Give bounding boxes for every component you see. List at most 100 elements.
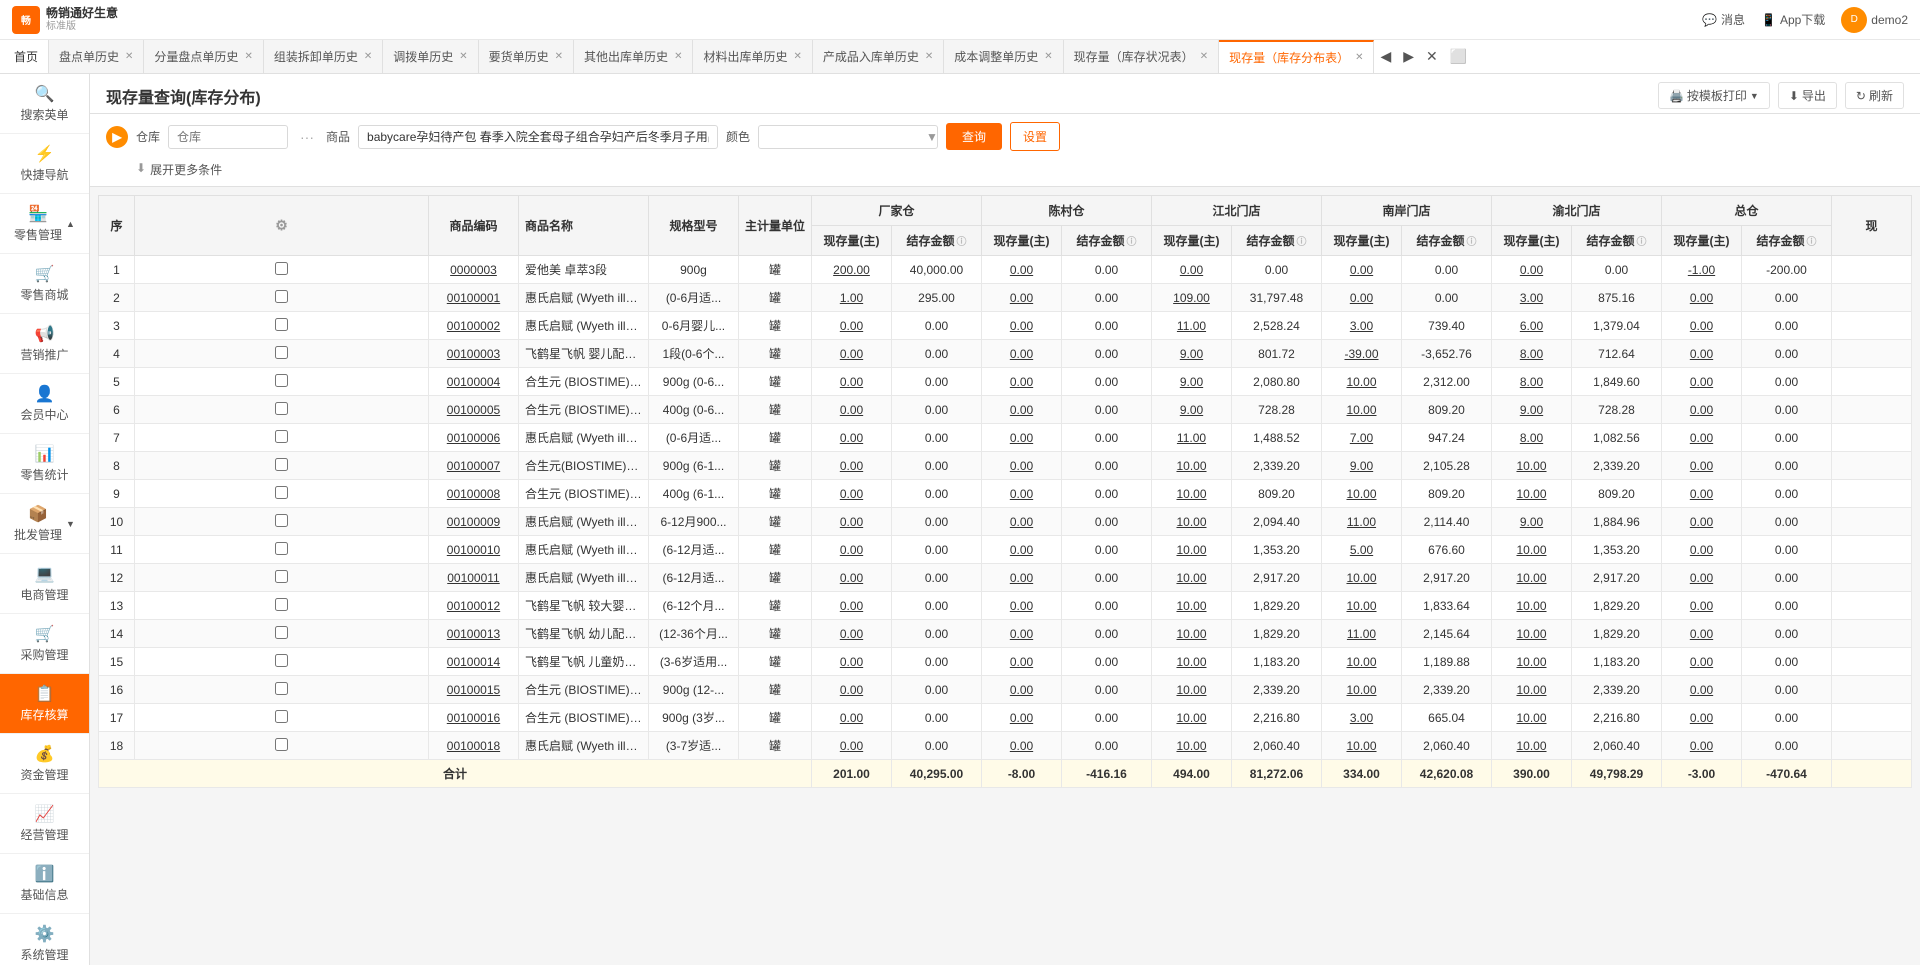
row-checkbox[interactable]	[275, 542, 288, 555]
th-gear[interactable]: ⚙	[135, 196, 429, 256]
user-area[interactable]: D demo2	[1841, 7, 1908, 33]
row-checkbox[interactable]	[275, 458, 288, 471]
export-btn[interactable]: ⬇ 导出	[1778, 82, 1837, 109]
tab-qitachu[interactable]: 其他出库单历史 ✕	[574, 40, 693, 74]
table-row: 6 00100005 合生元 (BIOSTIME) ... 400g (0-6.…	[99, 396, 1912, 424]
row-checkbox[interactable]	[275, 486, 288, 499]
cell-check[interactable]	[135, 648, 429, 676]
tab-kucun-fenbu[interactable]: 现存量（库存分布表） ✕	[1219, 40, 1374, 74]
row-checkbox[interactable]	[275, 290, 288, 303]
tab-chengben[interactable]: 成本调整单历史 ✕	[944, 40, 1063, 74]
cell-check[interactable]	[135, 340, 429, 368]
row-checkbox[interactable]	[275, 262, 288, 275]
cell-check[interactable]	[135, 424, 429, 452]
cell-check[interactable]	[135, 564, 429, 592]
row-checkbox[interactable]	[275, 346, 288, 359]
print-btn[interactable]: 🖨️ 按模板打印 ▼	[1658, 82, 1770, 109]
tab-cailiao-close[interactable]: ✕	[793, 51, 801, 62]
settings-btn[interactable]: 设置	[1010, 122, 1060, 151]
cell-check[interactable]	[135, 396, 429, 424]
tab-pandian[interactable]: 盘点单历史 ✕	[49, 40, 144, 74]
color-input[interactable]	[758, 125, 938, 149]
cell-check[interactable]	[135, 732, 429, 760]
row-checkbox[interactable]	[275, 374, 288, 387]
th-name: 商品名称	[518, 196, 648, 256]
tab-kucun-kuangkuang-close[interactable]: ✕	[1200, 51, 1208, 62]
warehouse-dots-btn[interactable]: ···	[300, 129, 314, 145]
product-input[interactable]	[358, 125, 718, 149]
cell-check[interactable]	[135, 480, 429, 508]
row-checkbox[interactable]	[275, 514, 288, 527]
warehouse-input[interactable]	[168, 125, 288, 149]
tab-diaobo[interactable]: 调拨单历史 ✕	[383, 40, 478, 74]
tab-zuzhuan[interactable]: 组装拆卸单历史 ✕	[264, 40, 383, 74]
sidebar-item-purchase[interactable]: 🛒 采购管理	[0, 614, 89, 674]
tab-kucun-fenbu-close[interactable]: ✕	[1355, 52, 1363, 63]
sidebar-item-inventory[interactable]: 📋 库存核算	[0, 674, 89, 734]
cell-check[interactable]	[135, 592, 429, 620]
sidebar-item-retail-mgmt[interactable]: 🏪 零售管理 ▲	[0, 194, 89, 254]
tab-chengpin[interactable]: 产成品入库单历史 ✕	[813, 40, 944, 74]
expand-more-btn[interactable]: 展开更多条件	[150, 161, 222, 178]
cell-check[interactable]	[135, 508, 429, 536]
tab-close-all-btn[interactable]: ✕	[1420, 48, 1444, 65]
sidebar-item-search[interactable]: 🔍 搜索英单	[0, 74, 89, 134]
sidebar-item-member[interactable]: 👤 会员中心	[0, 374, 89, 434]
sidebar-item-retail-stats[interactable]: 📊 零售统计	[0, 434, 89, 494]
cell-check[interactable]	[135, 704, 429, 732]
row-checkbox[interactable]	[275, 598, 288, 611]
cell-check[interactable]	[135, 256, 429, 284]
tab-expand-btn[interactable]: ⬜	[1444, 48, 1473, 65]
tab-chengben-close[interactable]: ✕	[1044, 51, 1052, 62]
sidebar-item-basic-info[interactable]: ℹ️ 基础信息	[0, 854, 89, 914]
expand-toggle-btn[interactable]: ▶	[106, 126, 128, 148]
sidebar-item-system[interactable]: ⚙️ 系统管理	[0, 914, 89, 965]
search-btn[interactable]: 查询	[946, 123, 1002, 150]
row-checkbox[interactable]	[275, 318, 288, 331]
sidebar-item-wholesale[interactable]: 📦 批发管理 ▼	[0, 494, 89, 554]
row-checkbox[interactable]	[275, 682, 288, 695]
cell-check[interactable]	[135, 536, 429, 564]
sidebar-item-mall[interactable]: 🛒 零售商城	[0, 254, 89, 314]
row-checkbox[interactable]	[275, 570, 288, 583]
tab-home[interactable]: 首页	[4, 40, 49, 74]
cell-check[interactable]	[135, 676, 429, 704]
cell-extra	[1832, 396, 1912, 424]
sidebar-item-ecom[interactable]: 💻 电商管理	[0, 554, 89, 614]
row-checkbox[interactable]	[275, 654, 288, 667]
tab-zuzhuan-close[interactable]: ✕	[364, 51, 372, 62]
row-checkbox[interactable]	[275, 710, 288, 723]
cell-check[interactable]	[135, 312, 429, 340]
sidebar-item-operations[interactable]: 📈 经营管理	[0, 794, 89, 854]
sidebar-item-marketing[interactable]: 📢 营销推广	[0, 314, 89, 374]
cell-check[interactable]	[135, 284, 429, 312]
refresh-btn[interactable]: ↻ 刷新	[1845, 82, 1904, 109]
cell-ch-amt: 0.00	[1062, 536, 1152, 564]
cell-extra	[1832, 592, 1912, 620]
tab-kucun-kuangkuang[interactable]: 现存量（库存状况表） ✕	[1064, 40, 1219, 74]
tab-qitachu-close[interactable]: ✕	[674, 51, 682, 62]
cell-check[interactable]	[135, 452, 429, 480]
cell-extra	[1832, 312, 1912, 340]
tab-fenpandian-close[interactable]: ✕	[244, 51, 252, 62]
tab-fenpandian[interactable]: 分量盘点单历史 ✕	[144, 40, 263, 74]
row-checkbox[interactable]	[275, 402, 288, 415]
row-checkbox[interactable]	[275, 626, 288, 639]
tab-yaohuo[interactable]: 要货单历史 ✕	[479, 40, 574, 74]
tab-prev-btn[interactable]: ◀	[1374, 48, 1397, 65]
sidebar-item-nav[interactable]: ⚡ 快捷导航	[0, 134, 89, 194]
cell-check[interactable]	[135, 620, 429, 648]
tab-chengpin-close[interactable]: ✕	[925, 51, 933, 62]
row-checkbox[interactable]	[275, 430, 288, 443]
tab-pandian-close[interactable]: ✕	[125, 51, 133, 62]
cell-tot-amt: 0.00	[1742, 620, 1832, 648]
app-download-btn[interactable]: 📱 App下载	[1761, 11, 1825, 28]
tab-next-btn[interactable]: ▶	[1397, 48, 1420, 65]
tab-yaohuo-close[interactable]: ✕	[555, 51, 563, 62]
message-btn[interactable]: 💬 消息	[1702, 11, 1745, 28]
tab-diaobo-close[interactable]: ✕	[459, 51, 467, 62]
sidebar-item-finance[interactable]: 💰 资金管理	[0, 734, 89, 794]
tab-cailiao[interactable]: 材料出库单历史 ✕	[693, 40, 812, 74]
row-checkbox[interactable]	[275, 738, 288, 751]
cell-check[interactable]	[135, 368, 429, 396]
